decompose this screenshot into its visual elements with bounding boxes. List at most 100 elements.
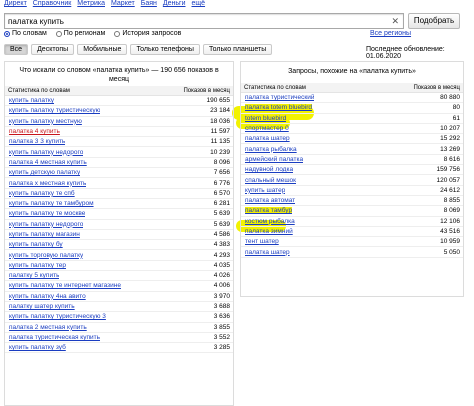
- keyword-link[interactable]: купить палатку те интернет магазине: [9, 282, 121, 289]
- keyword-link[interactable]: палатка туристическая купить: [9, 334, 100, 341]
- keyword-link[interactable]: купить торговую палатку: [9, 252, 83, 259]
- device-tab[interactable]: Все: [4, 44, 29, 55]
- top-nav-link[interactable]: Деньги: [163, 0, 186, 9]
- keyword-link[interactable]: купить палатку недорого: [9, 221, 83, 228]
- keyword-link[interactable]: палатка рыбалка: [245, 146, 297, 153]
- keyword-link[interactable]: купить палатку местную: [9, 118, 82, 125]
- top-nav-link[interactable]: Справочник: [33, 0, 72, 9]
- keyword-link[interactable]: купить палатку тер: [9, 262, 66, 269]
- keyword-link[interactable]: палатку 5 купить: [9, 272, 59, 279]
- device-tab[interactable]: Десктопы: [31, 44, 75, 55]
- keyword-link[interactable]: купить палатку туристическую 3: [9, 313, 106, 320]
- keyword-link[interactable]: палатка totem bluebird: [245, 104, 312, 112]
- keyword-link[interactable]: купить палатку: [9, 97, 54, 104]
- table-row: купить палатку те интернет магазине 4 006: [5, 281, 233, 292]
- impressions-count: 6 570: [213, 189, 230, 197]
- device-tab[interactable]: Только планшеты: [202, 44, 273, 55]
- radio-icon[interactable]: [55, 30, 62, 37]
- impressions-count: 11 597: [210, 128, 230, 136]
- device-tab[interactable]: Только телефоны: [130, 44, 200, 55]
- impressions-count: 4 035: [213, 261, 230, 269]
- top-navigation: Директ Справочник Метрика Маркет Баян Деньги е…: [0, 0, 474, 9]
- table-row: купить палатку туристическую 3 3 636: [5, 312, 233, 323]
- keyword-link[interactable]: палатка 4 местная купить: [9, 159, 87, 166]
- keyword-link[interactable]: спортмастер 0: [245, 125, 289, 132]
- table-row: купить палатку недорого 5 639: [5, 220, 233, 230]
- top-nav-link[interactable]: Метрика: [77, 0, 105, 9]
- impressions-count: 4 026: [213, 272, 230, 280]
- keyword-link[interactable]: спальный мешок: [245, 177, 296, 184]
- impressions-count: 7 656: [213, 169, 230, 177]
- keyword-link[interactable]: палатка зимний: [245, 228, 293, 235]
- table-row: надувной лодка 159 756: [241, 165, 463, 176]
- keyword-link[interactable]: армейский палатка: [245, 156, 303, 163]
- table-row: палатка totem bluebird 80: [241, 103, 463, 114]
- impressions-count: 23 184: [210, 107, 230, 115]
- table-row: тент шатер 10 959: [241, 237, 463, 248]
- device-tab[interactable]: Мобильные: [77, 44, 128, 55]
- search-row: палатка купить ✕ Подобрать: [4, 13, 470, 31]
- search-mode-option[interactable]: По регионам: [55, 30, 105, 37]
- impressions-count: 24 612: [440, 186, 460, 194]
- keyword-link[interactable]: купить шатер: [245, 187, 285, 194]
- search-mode-label: По словам: [12, 30, 47, 37]
- table-row: палатка тамбур 8 069: [241, 206, 463, 217]
- impressions-count: 5 050: [443, 248, 460, 256]
- radio-icon[interactable]: [4, 30, 10, 37]
- keyword-link[interactable]: купить палатку 4на авито: [9, 293, 86, 300]
- table-row: палатку шатер купить 3 688: [5, 302, 233, 313]
- keyword-link[interactable]: тент шатер: [245, 238, 279, 245]
- top-nav-link[interactable]: ещё: [192, 0, 206, 9]
- clear-icon[interactable]: ✕: [391, 16, 399, 27]
- all-regions-link[interactable]: Все регионы: [370, 30, 411, 37]
- search-mode-option[interactable]: По словам: [4, 30, 47, 37]
- table-row: костюм рыбалка 12 106: [241, 217, 463, 227]
- keyword-link[interactable]: палатка шатер: [245, 249, 290, 256]
- table-row: палатка зимний 43 516: [241, 227, 463, 238]
- device-tabs: Все Десктопы Мобильные Только телефоны Тольк…: [4, 44, 273, 55]
- keyword-link[interactable]: totem bluebird: [245, 114, 287, 122]
- keyword-link[interactable]: палатка 3 3 купить: [9, 138, 65, 145]
- top-nav-link[interactable]: Директ: [4, 0, 27, 9]
- keyword-link[interactable]: купить палатку те москве: [9, 210, 85, 217]
- keyword-link[interactable]: палатка 4 купить: [9, 128, 60, 135]
- search-mode-label: История запросов: [122, 30, 182, 37]
- keyword-link[interactable]: палатка тамбур: [245, 207, 293, 215]
- right-table-header: Статистика по словам Показов в месяц: [241, 83, 463, 93]
- search-button[interactable]: Подобрать: [408, 13, 460, 29]
- table-row: купить детскую палатку 7 656: [5, 168, 233, 179]
- search-input[interactable]: палатка купить ✕: [4, 13, 404, 29]
- keyword-link[interactable]: палатка х местная купить: [9, 180, 86, 187]
- table-row: totem bluebird 61: [241, 114, 463, 124]
- keyword-link[interactable]: купить палатку те тамбуром: [9, 200, 94, 207]
- keyword-link[interactable]: палатка 2 местная купить: [9, 324, 87, 331]
- table-row: купить шатер 24 612: [241, 186, 463, 196]
- table-row: палатка туристическая купить 3 552: [5, 333, 233, 344]
- keyword-link[interactable]: костюм рыбалка: [245, 218, 295, 225]
- table-row: купить палатку 190 655: [5, 96, 233, 107]
- top-nav-link[interactable]: Баян: [141, 0, 157, 9]
- keyword-link[interactable]: купить палатку зуб: [9, 344, 66, 351]
- table-row: спальный мешок 120 057: [241, 175, 463, 186]
- table-row: армейский палатка 8 616: [241, 155, 463, 166]
- top-nav-link[interactable]: Маркет: [111, 0, 135, 9]
- keyword-link[interactable]: купить палатку недорого: [9, 149, 83, 156]
- search-mode-option[interactable]: История запросов: [114, 30, 181, 37]
- impressions-count: 3 552: [213, 333, 230, 341]
- table-row: палатка рыбалка 13 269: [241, 144, 463, 155]
- keyword-link[interactable]: палатку шатер купить: [9, 303, 75, 310]
- table-row: палатка х местная купить 6 776: [5, 178, 233, 189]
- keyword-link[interactable]: палатка автомат: [245, 197, 295, 204]
- keyword-link[interactable]: купить палатку те спб: [9, 190, 75, 197]
- keyword-link[interactable]: купить палатку туристическую: [9, 107, 100, 114]
- keyword-link[interactable]: надувной лодка: [245, 166, 293, 173]
- keyword-link[interactable]: купить палатку бу: [9, 241, 63, 248]
- keyword-link[interactable]: палатка шатер: [245, 135, 290, 142]
- keyword-link[interactable]: купить детскую палатку: [9, 169, 80, 176]
- radio-icon[interactable]: [114, 30, 121, 37]
- keyword-link[interactable]: купить палатку магазин: [9, 231, 80, 238]
- left-rows: купить палатку 190 655 купить палатку тури…: [5, 96, 233, 354]
- impressions-count: 3 970: [213, 292, 230, 300]
- keyword-link[interactable]: палатка туристический: [245, 94, 314, 101]
- impressions-count: 190 655: [206, 97, 231, 105]
